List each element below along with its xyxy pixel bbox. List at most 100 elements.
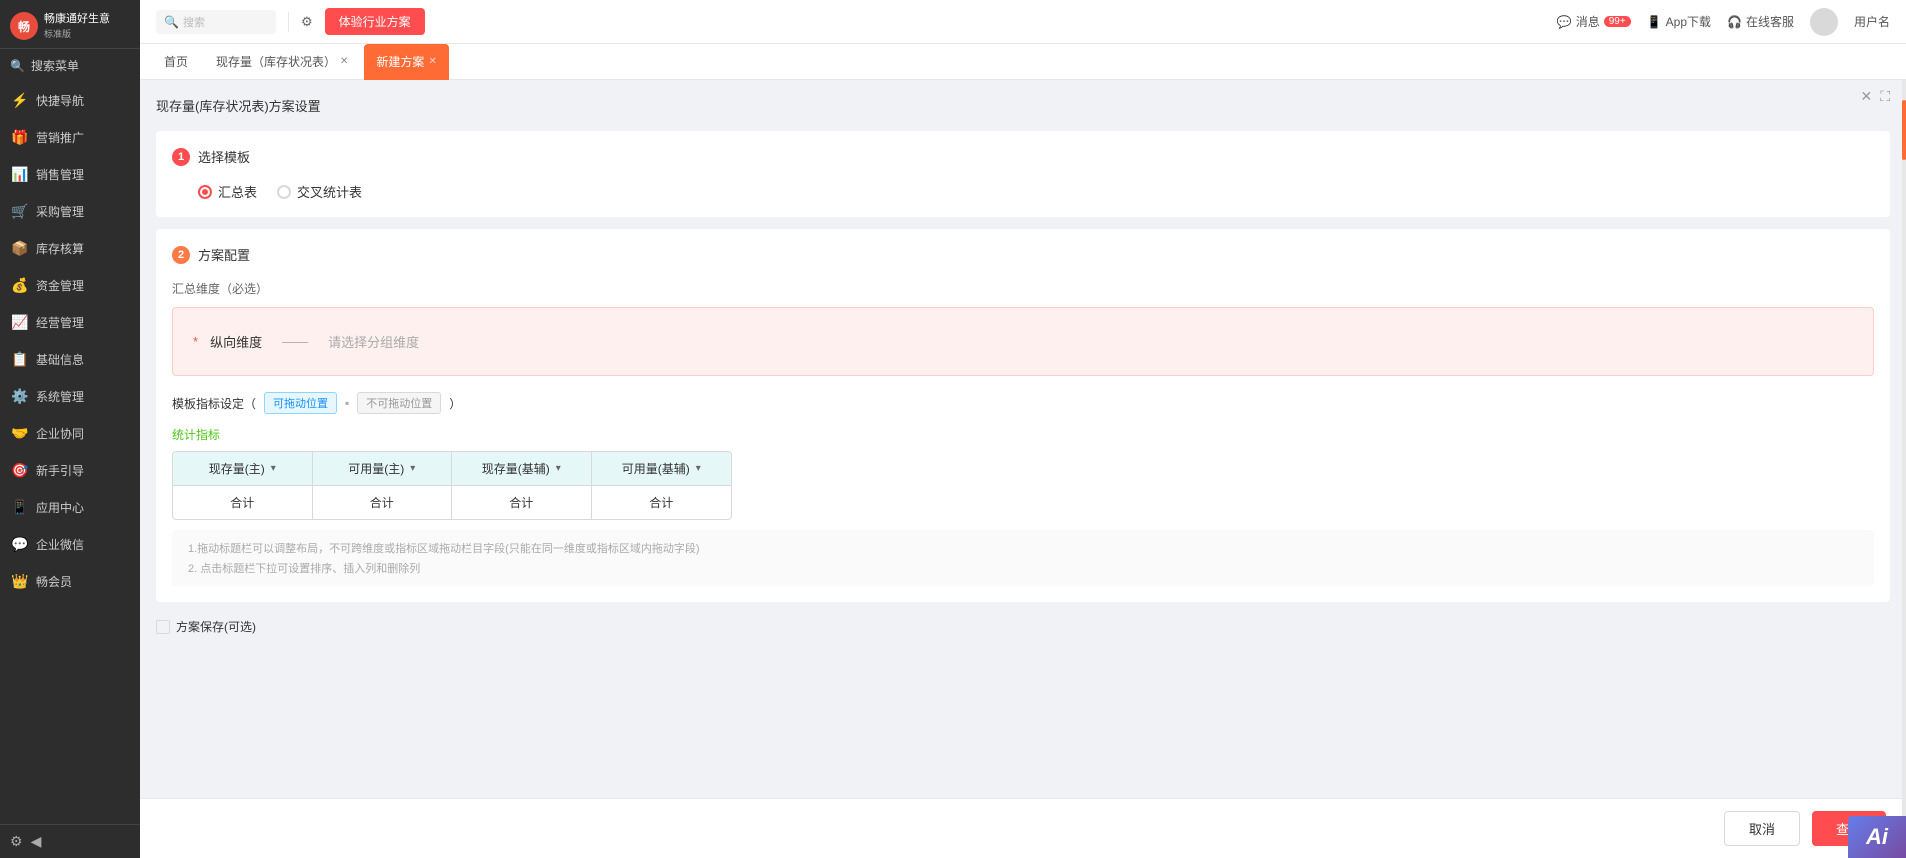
headset-icon: 🎧 [1727,15,1742,29]
step1-title: 选择模板 [198,147,250,166]
stats-section-label: 统计指标 [172,426,1874,443]
sidebar-item-label: 营销推广 [36,129,84,146]
sidebar-item-operations[interactable]: 📈 经营管理 [0,304,140,341]
tab-inventory-status-close[interactable]: ✕ [340,56,348,67]
sidebar-item-inventory[interactable]: 📦 库存核算 [0,230,140,267]
app-download-button[interactable]: 📱 App下载 [1647,13,1711,30]
save-option: 方案保存(可选) [156,618,1890,635]
cancel-button[interactable]: 取消 [1724,811,1800,846]
tab-new-plan-label: 新建方案 [376,53,424,70]
sidebar-item-purchase[interactable]: 🛒 采购管理 [0,193,140,230]
app-download-label: App下载 [1666,13,1711,30]
template-summary-option[interactable]: 汇总表 [198,182,257,201]
app-download-icon: 📱 [1647,15,1662,29]
tab-new-plan-close[interactable]: ✕ [428,56,436,67]
sidebar-item-new-guide[interactable]: 🎯 新手引导 [0,452,140,489]
sidebar-item-basic-info[interactable]: 📋 基础信息 [0,341,140,378]
template-cross-label: 交叉统计表 [297,182,362,201]
step1-badge: 1 [172,148,190,166]
template-summary-label: 汇总表 [218,182,257,201]
scroll-thumb [1902,100,1906,160]
sidebar-item-member[interactable]: 👑 畅会员 [0,563,140,600]
message-badge: 99+ [1604,16,1631,27]
sidebar-nav: ⚡ 快捷导航 🎁 营销推广 📊 销售管理 🛒 采购管理 📦 库存核算 💰 资金管… [0,82,140,824]
stats-col4-label: 可用量(基辅) [622,460,690,477]
save-checkbox[interactable] [156,620,170,634]
tab-inventory-status[interactable]: 现存量（库存状况表） ✕ [204,44,360,80]
purchase-icon: 🛒 [12,204,28,220]
new-guide-icon: 🎯 [12,463,28,479]
save-label: 方案保存(可选) [176,618,256,635]
draggable-tag: 可拖动位置 [264,392,337,414]
fixed-tag: 不可拖动位置 [357,392,441,414]
template-cross-option[interactable]: 交叉统计表 [277,182,362,201]
sidebar-item-label: 采购管理 [36,203,84,220]
message-button[interactable]: 💬 消息 99+ [1557,13,1631,30]
stats-col1-value: 合计 [173,486,313,519]
stats-col3-header[interactable]: 现存量(基辅) ▾ [452,452,592,485]
username-label: 用户名 [1854,13,1890,30]
tip1: 1.拖动标题栏可以调整布局，不可跨维度或指标区域拖动栏目字段(只能在同一维度或指… [188,540,1858,556]
stats-table-body: 合计 合计 合计 合计 [173,485,731,519]
sidebar-item-quick-nav[interactable]: ⚡ 快捷导航 [0,82,140,119]
stats-col2-header[interactable]: 可用量(主) ▾ [313,452,453,485]
app-name: 畅康通好生意 [44,12,110,26]
template-summary-radio[interactable] [198,185,212,199]
sidebar-item-label: 应用中心 [36,499,84,516]
col3-chevron-icon[interactable]: ▾ [556,463,561,474]
sidebar-item-finance[interactable]: 💰 资金管理 [0,267,140,304]
sidebar-item-enterprise[interactable]: 🤝 企业协同 [0,415,140,452]
stats-col1-header[interactable]: 现存量(主) ▾ [173,452,313,485]
vertical-dimension-label: 纵向维度 [210,332,262,351]
dimension-box[interactable]: * 纵向维度 —— 请选择分组维度 [172,307,1874,376]
col4-chevron-icon[interactable]: ▾ [696,463,701,474]
sidebar-item-marketing[interactable]: 🎁 营销推广 [0,119,140,156]
tabbar: 首页 现存量（库存状况表） ✕ 新建方案 ✕ [140,44,1906,80]
message-label: 消息 [1576,13,1600,30]
sidebar-search[interactable]: 🔍 搜索菜单 [0,49,140,82]
sidebar-footer: ⚙ ◀ [0,824,140,858]
online-service-label: 在线客服 [1746,13,1794,30]
topbar-search-box[interactable]: 🔍 搜索 [156,10,276,34]
step1-header: 1 选择模板 [172,147,1874,166]
sidebar-item-label: 系统管理 [36,388,84,405]
online-service-button[interactable]: 🎧 在线客服 [1727,13,1794,30]
page-title: 现存量(库存状况表)方案设置 [156,96,1890,115]
sidebar-item-label: 库存核算 [36,240,84,257]
sidebar-item-app-center[interactable]: 📱 应用中心 [0,489,140,526]
tab-new-plan[interactable]: 新建方案 ✕ [364,44,448,80]
col2-chevron-icon[interactable]: ▾ [410,463,415,474]
settings-gear-icon[interactable]: ⚙ [301,14,313,30]
template-cross-radio[interactable] [277,185,291,199]
sidebar-item-label: 企业协同 [36,425,84,442]
user-avatar[interactable] [1810,8,1838,36]
experience-industry-button[interactable]: 体验行业方案 [325,8,425,35]
wechat-icon: 💬 [12,537,28,553]
app-center-icon: 📱 [12,500,28,516]
quick-nav-icon: ⚡ [12,93,28,109]
settings-icon[interactable]: ⚙ [10,833,23,850]
tab-home[interactable]: 首页 [152,44,200,80]
collapse-icon[interactable]: ◀ [31,833,42,850]
member-icon: 👑 [12,574,28,590]
stats-table-header: 现存量(主) ▾ 可用量(主) ▾ 现存量(基辅) ▾ 可用量(基辅) [173,452,731,485]
required-mark: * [193,334,198,349]
topbar: 🔍 搜索 ⚙ 体验行业方案 💬 消息 99+ 📱 App下载 🎧 在线客服 用户… [140,0,1906,44]
stats-col4-header[interactable]: 可用量(基辅) ▾ [592,452,732,485]
tab-home-label: 首页 [164,53,188,70]
sidebar-item-label: 基础信息 [36,351,84,368]
sidebar-item-system[interactable]: ⚙️ 系统管理 [0,378,140,415]
stats-col2-value: 合计 [313,486,453,519]
col1-chevron-icon[interactable]: ▾ [271,463,276,474]
dimension-separator: —— [282,334,308,349]
sidebar-item-sales[interactable]: 📊 销售管理 [0,156,140,193]
stats-col3-label: 现存量(基辅) [482,460,550,477]
stats-col2-label: 可用量(主) [348,460,404,477]
step1-section: 1 选择模板 汇总表 交叉统计表 [156,131,1890,217]
sidebar-item-wechat[interactable]: 💬 企业微信 [0,526,140,563]
stats-col3-value: 合计 [452,486,592,519]
basic-info-icon: 📋 [12,352,28,368]
footer-bar: 取消 查询 [140,798,1906,858]
system-icon: ⚙️ [12,389,28,405]
ai-badge[interactable]: Ai [1848,816,1906,858]
